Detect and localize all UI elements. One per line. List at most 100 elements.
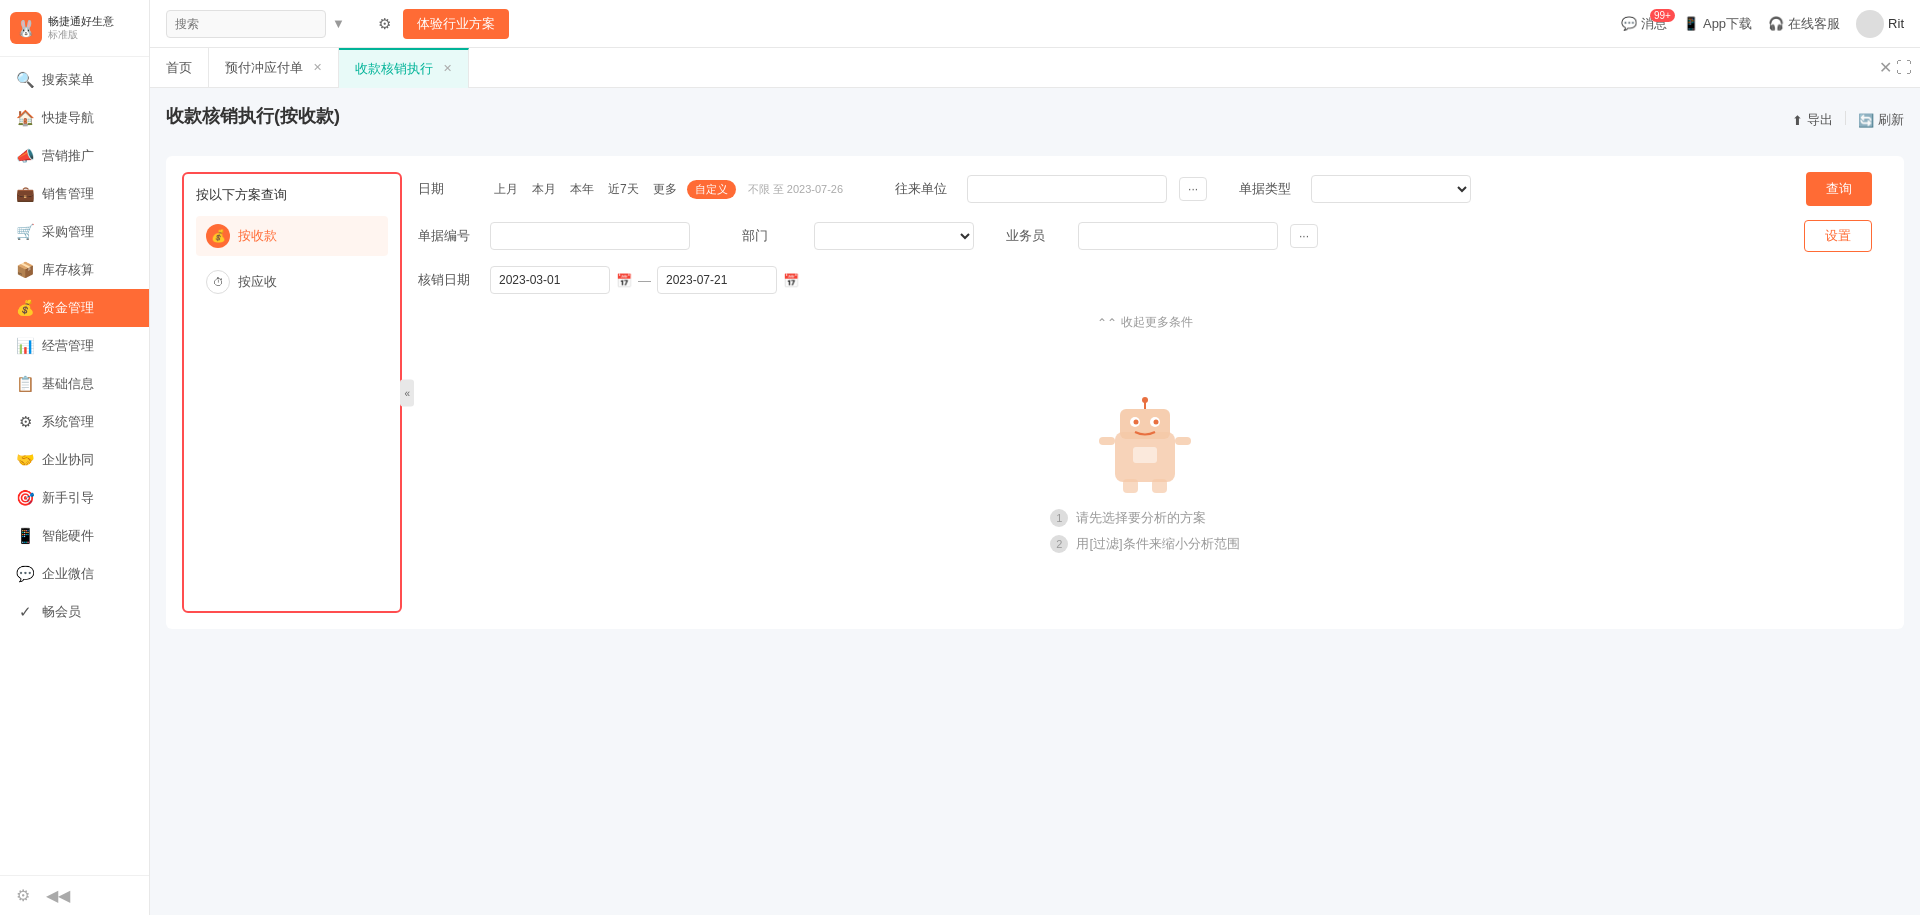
staff-label: 业务员 bbox=[1006, 227, 1066, 245]
writeoff-end-date-input[interactable] bbox=[657, 266, 777, 294]
collapse-more-button[interactable]: ⌃⌃ 收起更多条件 bbox=[418, 308, 1872, 337]
app-logo: 🐰 畅捷通好生意 标准版 bbox=[0, 0, 149, 57]
tab-home-label: 首页 bbox=[166, 59, 192, 77]
sidebar-item-inventory[interactable]: 📦 库存核算 bbox=[0, 251, 149, 289]
sidebar-item-member[interactable]: ✓ 畅会员 bbox=[0, 593, 149, 631]
app-edition: 标准版 bbox=[48, 28, 114, 42]
staff-ellipsis-button[interactable]: ··· bbox=[1290, 224, 1318, 248]
svg-rect-8 bbox=[1099, 437, 1115, 445]
empty-text-group: 1 请先选择要分析的方案 2 用[过滤]条件来缩小分析范围 bbox=[1050, 509, 1239, 553]
filter-option-by-receivable[interactable]: ⏱ 按应收 bbox=[196, 262, 388, 302]
sidebar-item-quick-nav[interactable]: 🏠 快捷导航 bbox=[0, 99, 149, 137]
query-area: 日期 上月 本月 本年 近7天 更多 自定义 不限 至 2023-07-26 bbox=[402, 172, 1888, 613]
sidebar-item-hardware[interactable]: 📱 智能硬件 bbox=[0, 517, 149, 555]
sales-icon: 💼 bbox=[16, 185, 34, 203]
date-separator: — bbox=[638, 273, 651, 288]
last-month-btn[interactable]: 上月 bbox=[490, 179, 522, 200]
sidebar-item-wechat[interactable]: 💬 企业微信 bbox=[0, 555, 149, 593]
export-icon: ⬆ bbox=[1792, 113, 1803, 128]
tab-writeoff-close[interactable]: ✕ bbox=[443, 62, 452, 75]
filter-receipt-label: 按收款 bbox=[238, 227, 277, 245]
topbar-search-input[interactable] bbox=[166, 10, 326, 38]
user-area[interactable]: Rit bbox=[1856, 10, 1904, 38]
sidebar-menu: 🔍 搜索菜单 🏠 快捷导航 📣 营销推广 💼 销售管理 🛒 采购管理 📦 库存核… bbox=[0, 57, 149, 875]
app-download-link[interactable]: 📱 App下载 bbox=[1683, 15, 1752, 33]
dropdown-icon[interactable]: ▼ bbox=[332, 16, 345, 31]
tab-home[interactable]: 首页 bbox=[150, 48, 209, 88]
industry-solution-button[interactable]: 体验行业方案 bbox=[403, 9, 509, 39]
sidebar-item-purchase[interactable]: 🛒 采购管理 bbox=[0, 213, 149, 251]
sidebar-item-search[interactable]: 🔍 搜索菜单 bbox=[0, 61, 149, 99]
hardware-icon: 📱 bbox=[16, 527, 34, 545]
tab-writeoff[interactable]: 收款核销执行 ✕ bbox=[339, 48, 469, 88]
topbar-search-area: ▼ bbox=[166, 10, 366, 38]
purchase-icon: 🛒 bbox=[16, 223, 34, 241]
sidebar-item-operations[interactable]: 📊 经营管理 bbox=[0, 327, 149, 365]
online-service-link[interactable]: 🎧 在线客服 bbox=[1768, 15, 1840, 33]
end-date-calendar-icon[interactable]: 📅 bbox=[783, 273, 799, 288]
tab-prepay-label: 预付冲应付单 bbox=[225, 59, 303, 77]
svg-rect-12 bbox=[1133, 447, 1157, 463]
guide-icon: 🎯 bbox=[16, 489, 34, 507]
this-year-btn[interactable]: 本年 bbox=[566, 179, 598, 200]
this-month-btn[interactable]: 本月 bbox=[528, 179, 560, 200]
filter-receivable-label: 按应收 bbox=[238, 273, 277, 291]
sidebar-item-enterprise[interactable]: 🤝 企业协同 bbox=[0, 441, 149, 479]
sidebar-item-system[interactable]: ⚙ 系统管理 bbox=[0, 403, 149, 441]
staff-input[interactable] bbox=[1078, 222, 1278, 250]
wechat-icon: 💬 bbox=[16, 565, 34, 583]
query-button[interactable]: 查询 bbox=[1806, 172, 1872, 206]
toolbar-divider bbox=[1845, 111, 1846, 125]
sidebar-item-basic-info[interactable]: 📋 基础信息 bbox=[0, 365, 149, 403]
page-title: 收款核销执行(按收款) bbox=[166, 104, 340, 128]
tabs-right-controls: ✕ ⛶ bbox=[1879, 58, 1920, 77]
tab-prepay-close[interactable]: ✕ bbox=[313, 61, 322, 74]
refresh-button[interactable]: 🔄 刷新 bbox=[1858, 111, 1904, 129]
chevron-up-icon: ⌃⌃ bbox=[1097, 316, 1117, 330]
message-badge[interactable]: 💬 消息 99+ bbox=[1621, 15, 1667, 33]
svg-point-5 bbox=[1154, 420, 1159, 425]
voucher-no-input[interactable] bbox=[490, 222, 690, 250]
topbar-gear-icon[interactable]: ⚙ bbox=[378, 15, 391, 33]
voucher-no-label: 单据编号 bbox=[418, 227, 478, 245]
tab-prepay[interactable]: 预付冲应付单 ✕ bbox=[209, 48, 339, 88]
export-button[interactable]: ⬆ 导出 bbox=[1792, 111, 1833, 129]
empty-illustration bbox=[1085, 397, 1205, 497]
sidebar-item-sales[interactable]: 💼 销售管理 bbox=[0, 175, 149, 213]
voucher-type-select[interactable] bbox=[1311, 175, 1471, 203]
operations-icon: 📊 bbox=[16, 337, 34, 355]
more-date-btn[interactable]: 更多 bbox=[649, 179, 681, 200]
svg-rect-11 bbox=[1152, 479, 1167, 493]
refresh-icon: 🔄 bbox=[1858, 113, 1874, 128]
settings-button[interactable]: 设置 bbox=[1804, 220, 1872, 252]
svg-rect-10 bbox=[1123, 479, 1138, 493]
partner-input[interactable] bbox=[967, 175, 1167, 203]
sidebar-item-marketing[interactable]: 📣 营销推广 bbox=[0, 137, 149, 175]
filter-option-by-receipt[interactable]: 💰 按收款 bbox=[196, 216, 388, 256]
topbar-right: 💬 消息 99+ 📱 App下载 🎧 在线客服 Rit bbox=[1621, 10, 1904, 38]
message-count-badge: 99+ bbox=[1650, 9, 1675, 22]
start-date-calendar-icon[interactable]: 📅 bbox=[616, 273, 632, 288]
tab-expand-button[interactable]: ⛶ bbox=[1896, 59, 1912, 77]
svg-point-4 bbox=[1134, 420, 1139, 425]
tab-close-all-button[interactable]: ✕ bbox=[1879, 58, 1892, 77]
date-shortcuts: 上月 本月 本年 近7天 更多 自定义 bbox=[490, 179, 736, 200]
query-row-date: 日期 上月 本月 本年 近7天 更多 自定义 不限 至 2023-07-26 bbox=[418, 172, 1872, 206]
writeoff-date-range: 📅 — 📅 bbox=[490, 266, 799, 294]
partner-ellipsis-button[interactable]: ··· bbox=[1179, 177, 1207, 201]
sidebar-item-guide[interactable]: 🎯 新手引导 bbox=[0, 479, 149, 517]
home-icon: 🏠 bbox=[16, 109, 34, 127]
writeoff-start-date-input[interactable] bbox=[490, 266, 610, 294]
collapse-sidebar-icon[interactable]: ◀◀ bbox=[46, 886, 70, 905]
settings-bottom-icon[interactable]: ⚙ bbox=[16, 886, 30, 905]
empty-robot-svg bbox=[1085, 397, 1205, 497]
service-icon: 🎧 bbox=[1768, 16, 1784, 31]
hint-number-2: 2 bbox=[1050, 535, 1068, 553]
user-name: Rit bbox=[1888, 16, 1904, 31]
last-7-days-btn[interactable]: 近7天 bbox=[604, 179, 643, 200]
dept-select[interactable] bbox=[814, 222, 974, 250]
sidebar-item-finance[interactable]: 💰 资金管理 bbox=[0, 289, 149, 327]
filter-panel-collapse-button[interactable]: « bbox=[400, 379, 414, 406]
custom-date-tag[interactable]: 自定义 bbox=[687, 180, 736, 199]
system-icon: ⚙ bbox=[16, 413, 34, 431]
